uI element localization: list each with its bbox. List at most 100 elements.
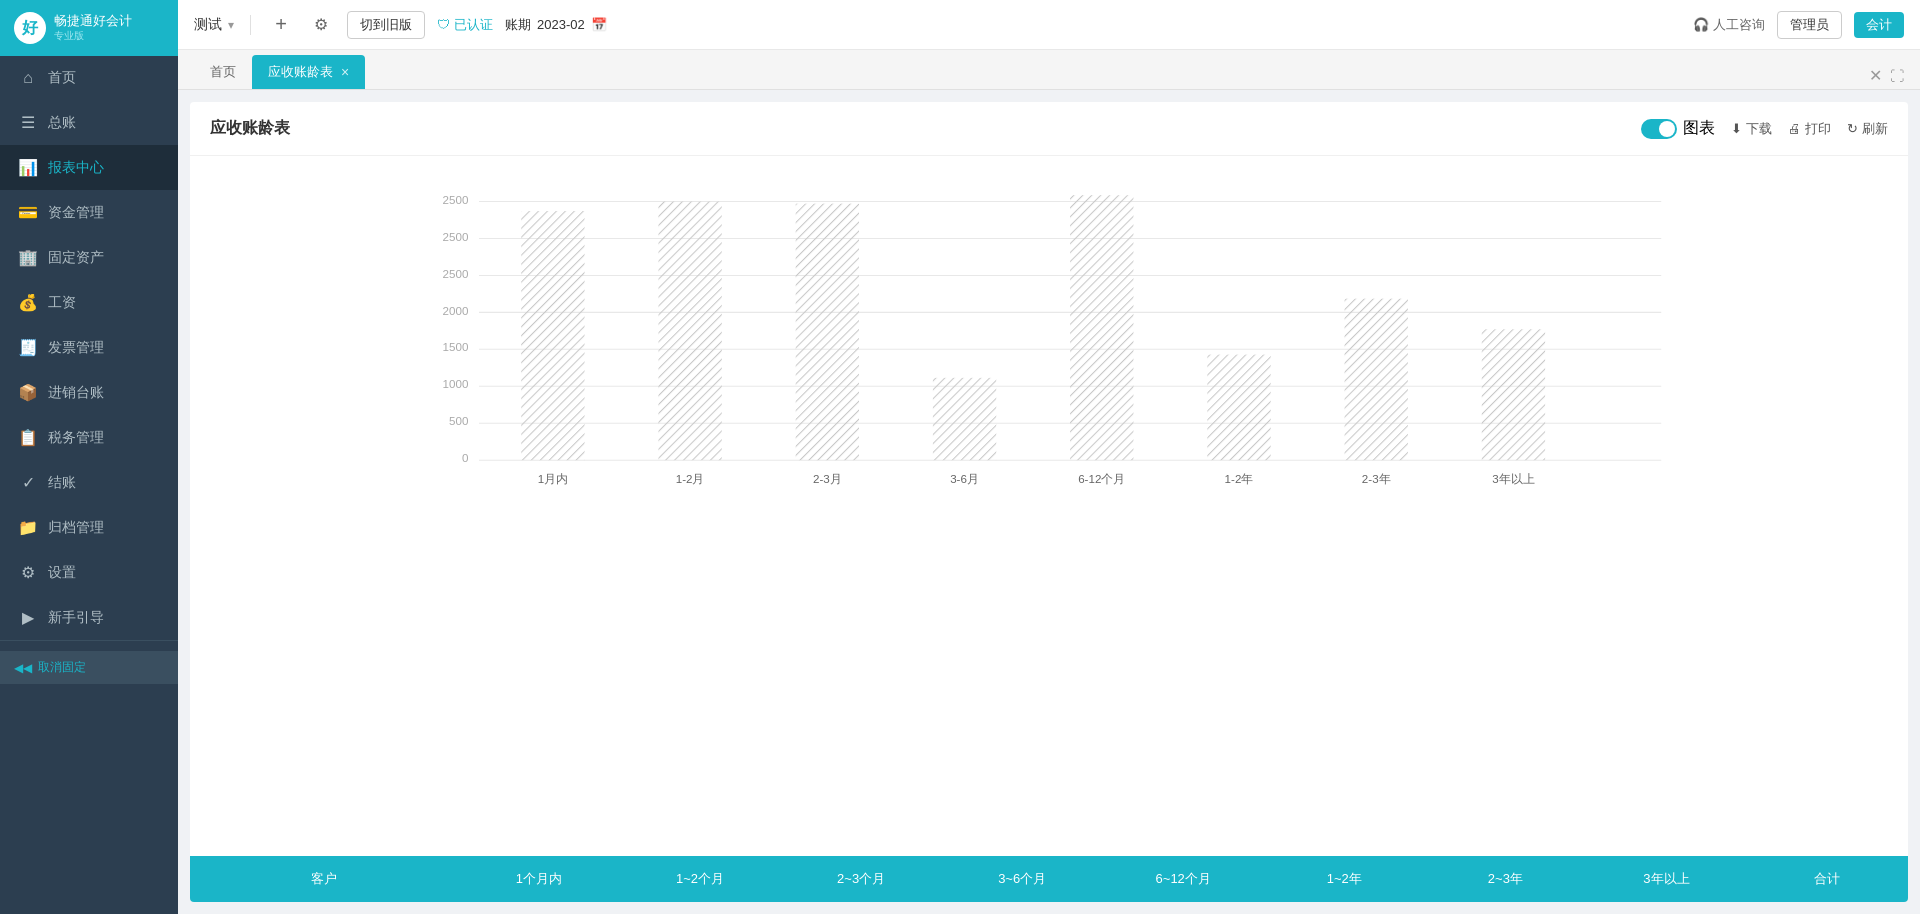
- table-header-5: 6~12个月: [1103, 856, 1264, 902]
- svg-text:1000: 1000: [443, 377, 469, 390]
- sidebar-item-label-capital: 资金管理: [48, 204, 104, 222]
- app-logo-icon: 好: [14, 12, 46, 44]
- sidebar-item-inventory[interactable]: 📦 进销台账: [0, 370, 178, 415]
- calendar-icon[interactable]: 📅: [591, 17, 607, 32]
- sidebar-item-report[interactable]: 📊 报表中心: [0, 145, 178, 190]
- headset-icon: 🎧: [1693, 17, 1709, 32]
- svg-text:2-3年: 2-3年: [1362, 472, 1391, 485]
- inventory-icon: 📦: [18, 383, 38, 402]
- sidebar-scroll: ⌂ 首页 ☰ 总账 📊 报表中心 💳 资金管理 🏢 固定资产 💰 工资 🧾 发票…: [0, 56, 178, 914]
- sidebar-item-guide[interactable]: ▶ 新手引导: [0, 595, 178, 640]
- download-icon: ⬇: [1731, 121, 1742, 136]
- company-selector[interactable]: 测试 ▾: [194, 16, 234, 34]
- closing-icon: ✓: [18, 473, 38, 492]
- table-header-9: 合计: [1747, 856, 1908, 902]
- sidebar-item-salary[interactable]: 💰 工资: [0, 280, 178, 325]
- home-icon: ⌂: [18, 69, 38, 87]
- chart-area: 2500 2500 2500 2000 1500 1000 500 0: [190, 156, 1908, 856]
- sidebar-item-archive[interactable]: 📁 归档管理: [0, 505, 178, 550]
- sidebar-item-label-settings: 设置: [48, 564, 76, 582]
- role-button[interactable]: 会计: [1854, 12, 1904, 38]
- settings-icon[interactable]: ⚙: [307, 11, 335, 39]
- content-panel: 应收账龄表 图表 ⬇ 下载 🖨 打印 ↻: [190, 102, 1908, 902]
- tab-accounts-aging[interactable]: 应收账龄表 ×: [252, 55, 365, 89]
- sidebar-item-label-inventory: 进销台账: [48, 384, 104, 402]
- print-icon: 🖨: [1788, 121, 1801, 136]
- print-button[interactable]: 🖨 打印: [1788, 120, 1831, 138]
- ledger-icon: ☰: [18, 113, 38, 132]
- pin-icon: ◀◀: [14, 661, 32, 675]
- sidebar-bottom: ◀◀ 取消固定: [0, 640, 178, 694]
- app-logo-text: 畅捷通好会计 专业版: [54, 13, 132, 44]
- svg-text:2000: 2000: [443, 304, 469, 317]
- sidebar-logo[interactable]: 好 畅捷通好会计 专业版: [0, 0, 178, 56]
- bar-1月内: [521, 211, 584, 460]
- bar-2-3年: [1345, 299, 1408, 461]
- bar-1-2年: [1207, 355, 1270, 461]
- capital-icon: 💳: [18, 203, 38, 222]
- tab-home[interactable]: 首页: [194, 55, 252, 89]
- svg-text:2500: 2500: [443, 230, 469, 243]
- svg-text:3-6月: 3-6月: [950, 472, 979, 485]
- sidebar-item-tax[interactable]: 📋 税务管理: [0, 415, 178, 460]
- customer-service-button[interactable]: 🎧 人工咨询: [1693, 16, 1765, 34]
- svg-text:2500: 2500: [443, 193, 469, 206]
- table-header-3: 2~3个月: [781, 856, 942, 902]
- salary-icon: 💰: [18, 293, 38, 312]
- svg-text:2-3月: 2-3月: [813, 472, 842, 485]
- content-header: 应收账龄表 图表 ⬇ 下载 🖨 打印 ↻: [190, 102, 1908, 156]
- chart-toggle[interactable]: [1641, 119, 1677, 139]
- settings-icon: ⚙: [18, 563, 38, 582]
- sidebar-item-fixed[interactable]: 🏢 固定资产: [0, 235, 178, 280]
- chevron-down-icon: ▾: [228, 18, 234, 32]
- main-area: 测试 ▾ + ⚙ 切到旧版 🛡 已认证 账期 2023-02 📅 🎧 人工咨询 …: [178, 0, 1920, 914]
- add-button[interactable]: +: [267, 11, 295, 39]
- table-header-0: 客户: [190, 856, 458, 902]
- sidebar-item-label-tax: 税务管理: [48, 429, 104, 447]
- tab-close-icon[interactable]: ×: [341, 64, 349, 80]
- sidebar-item-label-salary: 工资: [48, 294, 76, 312]
- sidebar-item-label-home: 首页: [48, 69, 76, 87]
- download-button[interactable]: ⬇ 下载: [1731, 120, 1772, 138]
- refresh-icon: ↻: [1847, 121, 1858, 136]
- sidebar-item-invoice[interactable]: 🧾 发票管理: [0, 325, 178, 370]
- bar-chart: 2500 2500 2500 2000 1500 1000 500 0: [210, 172, 1888, 552]
- table-header-1: 1个月内: [458, 856, 619, 902]
- report-icon: 📊: [18, 158, 38, 177]
- svg-text:1-2年: 1-2年: [1225, 472, 1254, 485]
- company-name: 测试: [194, 16, 222, 34]
- svg-text:3年以上: 3年以上: [1492, 472, 1534, 485]
- chart-toggle-wrap: 图表: [1641, 118, 1715, 139]
- sidebar-item-capital[interactable]: 💳 资金管理: [0, 190, 178, 235]
- sidebar-item-ledger[interactable]: ☰ 总账: [0, 100, 178, 145]
- bar-3年以上: [1482, 329, 1545, 460]
- tax-icon: 📋: [18, 428, 38, 447]
- topbar-divider-1: [250, 15, 251, 35]
- page-title: 应收账龄表: [210, 118, 1641, 139]
- bar-3-6月: [933, 378, 996, 460]
- fixed-icon: 🏢: [18, 248, 38, 267]
- table-header-8: 3年以上: [1586, 856, 1747, 902]
- bar-6-12月: [1070, 195, 1133, 460]
- shield-icon: 🛡: [437, 17, 450, 32]
- svg-text:6-12个月: 6-12个月: [1078, 472, 1125, 485]
- archive-icon: 📁: [18, 518, 38, 537]
- table-header-7: 2~3年: [1425, 856, 1586, 902]
- refresh-button[interactable]: ↻ 刷新: [1847, 120, 1888, 138]
- sidebar-item-home[interactable]: ⌂ 首页: [0, 56, 178, 100]
- window-expand-icon[interactable]: ⛶: [1890, 68, 1904, 84]
- svg-text:0: 0: [462, 451, 468, 464]
- user-button[interactable]: 管理员: [1777, 11, 1842, 39]
- switch-version-button[interactable]: 切到旧版: [347, 11, 425, 39]
- sidebar-item-closing[interactable]: ✓ 结账: [0, 460, 178, 505]
- sidebar-item-label-guide: 新手引导: [48, 609, 104, 627]
- table-header-6: 1~2年: [1264, 856, 1425, 902]
- sidebar-item-settings[interactable]: ⚙ 设置: [0, 550, 178, 595]
- window-close-icon[interactable]: ✕: [1869, 66, 1882, 85]
- content-actions: 图表 ⬇ 下载 🖨 打印 ↻ 刷新: [1641, 118, 1888, 139]
- invoice-icon: 🧾: [18, 338, 38, 357]
- svg-text:2500: 2500: [443, 267, 469, 280]
- cancel-fixed-button[interactable]: ◀◀ 取消固定: [0, 651, 178, 684]
- table-header-2: 1~2个月: [620, 856, 781, 902]
- sidebar-item-label-invoice: 发票管理: [48, 339, 104, 357]
